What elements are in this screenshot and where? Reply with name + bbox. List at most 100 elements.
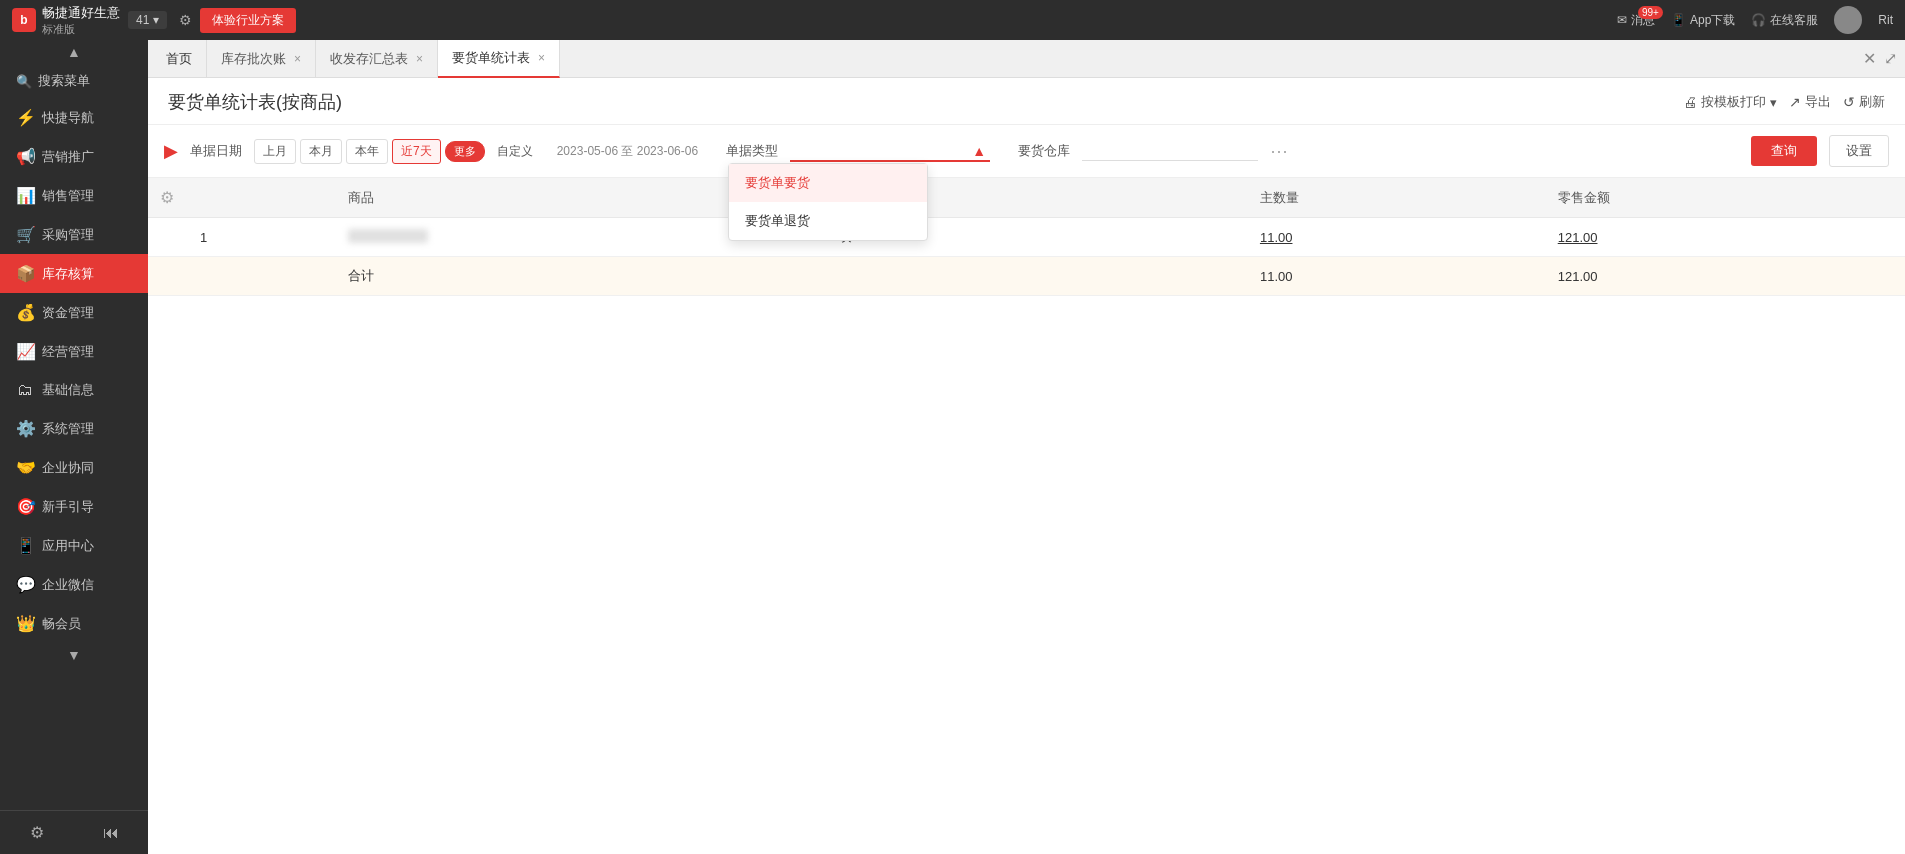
sidebar-scroll-down[interactable]: ▼ [0, 643, 148, 667]
sidebar-sales-label: 销售管理 [42, 187, 94, 205]
app-download-label: App下载 [1690, 12, 1735, 29]
tab-home-label: 首页 [166, 50, 192, 68]
sidebar-item-enterprise[interactable]: 🤝 企业协同 [0, 448, 148, 487]
th-index [188, 178, 336, 218]
tab-receive-summary[interactable]: 收发存汇总表 × [316, 40, 438, 78]
sidebar-item-basic-info[interactable]: 🗂 基础信息 [0, 371, 148, 409]
phone-icon: 📱 [1671, 13, 1686, 27]
tab-requisition-stats[interactable]: 要货单统计表 × [438, 40, 560, 78]
sidebar-collapse-btn[interactable]: ⏮ [95, 820, 127, 846]
header-left: b 畅捷通好生意 标准版 41 ▾ ⚙ 体验行业方案 [12, 4, 296, 37]
export-btn[interactable]: ↗ 导出 [1789, 93, 1831, 111]
td-footer-amount: 121.00 [1546, 257, 1905, 296]
export-btn-label: 导出 [1805, 93, 1831, 111]
table-header-row: ⚙ 商品 主计量单位 主数量 零售金额 [148, 178, 1905, 218]
sidebar-item-wechat[interactable]: 💬 企业微信 [0, 565, 148, 604]
tab-inventory-batch[interactable]: 库存批次账 × [207, 40, 316, 78]
filter-toggle-btn[interactable]: ▶ [164, 140, 178, 162]
tab-inventory-batch-close[interactable]: × [294, 52, 301, 66]
sidebar-item-system[interactable]: ⚙️ 系统管理 [0, 409, 148, 448]
mobile-icon: 📱 [16, 536, 34, 555]
sidebar-item-search[interactable]: 🔍 搜索菜单 [0, 64, 148, 98]
td-settings [148, 218, 188, 257]
date-btn-7days[interactable]: 近7天 [392, 139, 441, 164]
sidebar-purchase-label: 采购管理 [42, 226, 94, 244]
tab-requisition-stats-close[interactable]: × [538, 51, 545, 65]
tenant-name: 41 [136, 13, 149, 27]
app-name: 畅捷通好生意 [42, 4, 120, 22]
product-blurred [348, 229, 428, 243]
sidebar-system-label: 系统管理 [42, 420, 94, 438]
td-qty[interactable]: 11.00 [1248, 218, 1546, 257]
page-actions: 🖨 按模板打印 ▾ ↗ 导出 ↺ 刷新 [1683, 93, 1885, 111]
online-service-label: 在线客服 [1770, 12, 1818, 29]
type-select-input[interactable] [790, 141, 990, 162]
table-wrapper: ⚙ 商品 主计量单位 主数量 零售金额 1 [148, 178, 1905, 296]
table-footer: 合计 11.00 121.00 [148, 257, 1905, 296]
date-btn-more[interactable]: 更多 [445, 141, 485, 162]
dropdown-item-requisition-return[interactable]: 要货单退货 [729, 202, 927, 240]
tenant-chevron-icon: ▾ [153, 13, 159, 27]
tenant-selector[interactable]: 41 ▾ [128, 11, 167, 29]
th-amount: 零售金额 [1546, 178, 1905, 218]
tab-home[interactable]: 首页 [152, 40, 207, 78]
type-select-chevron-up-icon[interactable]: ▲ [972, 143, 986, 159]
sidebar-bottom: ⚙ ⏮ [0, 810, 148, 854]
sidebar-item-quick-nav[interactable]: ⚡ 快捷导航 [0, 98, 148, 137]
operations-icon: 📈 [16, 342, 34, 361]
sidebar-scroll-up[interactable]: ▲ [0, 40, 148, 64]
sidebar-item-operations[interactable]: 📈 经营管理 [0, 332, 148, 371]
tab-maximize-btn[interactable]: ⤢ [1884, 49, 1897, 68]
td-footer-qty: 11.00 [1248, 257, 1546, 296]
data-table: ⚙ 商品 主计量单位 主数量 零售金额 1 [148, 178, 1905, 296]
print-btn[interactable]: 🖨 按模板打印 ▾ [1683, 93, 1777, 111]
tab-receive-summary-close[interactable]: × [416, 52, 423, 66]
warehouse-input[interactable] [1082, 141, 1258, 161]
avatar[interactable] [1834, 6, 1862, 34]
sidebar-item-app-center[interactable]: 📱 应用中心 [0, 526, 148, 565]
refresh-btn-label: 刷新 [1859, 93, 1885, 111]
td-amount[interactable]: 121.00 [1546, 218, 1905, 257]
refresh-btn[interactable]: ↺ 刷新 [1843, 93, 1885, 111]
sidebar-item-inventory[interactable]: 📦 库存核算 [0, 254, 148, 293]
cart-icon: 🛒 [16, 225, 34, 244]
sidebar-quick-nav-label: 快捷导航 [42, 109, 94, 127]
date-btn-custom[interactable]: 自定义 [489, 140, 541, 163]
header-settings-icon[interactable]: ⚙ [179, 12, 192, 28]
type-select-wrapper: ▲ [790, 141, 990, 162]
wechat-icon: 💬 [16, 575, 34, 594]
sidebar-settings-btn[interactable]: ⚙ [22, 819, 52, 846]
sidebar-item-finance[interactable]: 💰 资金管理 [0, 293, 148, 332]
date-btn-last-month[interactable]: 上月 [254, 139, 296, 164]
crown-icon: 👑 [16, 614, 34, 633]
logo-text-group: 畅捷通好生意 标准版 [42, 4, 120, 37]
date-btn-this-month[interactable]: 本月 [300, 139, 342, 164]
app-download-btn[interactable]: 📱 App下载 [1671, 12, 1735, 29]
messages-btn[interactable]: ✉ 消息 99+ [1617, 12, 1655, 29]
handshake-icon: 🤝 [16, 458, 34, 477]
tab-close-all-btn[interactable]: ✕ [1863, 49, 1876, 68]
filter-settings-btn[interactable]: 设置 [1829, 135, 1889, 167]
sidebar-item-sales[interactable]: 📊 销售管理 [0, 176, 148, 215]
app-sub: 标准版 [42, 22, 120, 37]
sidebar-item-vip[interactable]: 👑 畅会员 [0, 604, 148, 643]
table-body: 1 块 11.00 121.00 [148, 218, 1905, 257]
column-settings-icon[interactable]: ⚙ [160, 189, 174, 206]
sidebar-item-purchase[interactable]: 🛒 采购管理 [0, 215, 148, 254]
system-icon: ⚙️ [16, 419, 34, 438]
online-service-btn[interactable]: 🎧 在线客服 [1751, 12, 1818, 29]
sidebar-item-marketing[interactable]: 📢 营销推广 [0, 137, 148, 176]
industry-btn[interactable]: 体验行业方案 [200, 8, 296, 33]
dropdown-item-requisition-order[interactable]: 要货单要货 [729, 164, 927, 202]
type-label: 单据类型 [726, 142, 778, 160]
td-index: 1 [188, 218, 336, 257]
date-buttons: 上月 本月 本年 近7天 更多 自定义 [254, 139, 541, 164]
filter-more-btn[interactable]: ⋯ [1270, 140, 1288, 162]
sidebar-item-guide[interactable]: 🎯 新手引导 [0, 487, 148, 526]
message-icon: ✉ [1617, 13, 1627, 27]
logo-icon: b [12, 8, 36, 32]
date-btn-this-year[interactable]: 本年 [346, 139, 388, 164]
messages-badge: 99+ [1638, 6, 1663, 19]
lightning-icon: ⚡ [16, 108, 34, 127]
query-btn[interactable]: 查询 [1751, 136, 1817, 166]
